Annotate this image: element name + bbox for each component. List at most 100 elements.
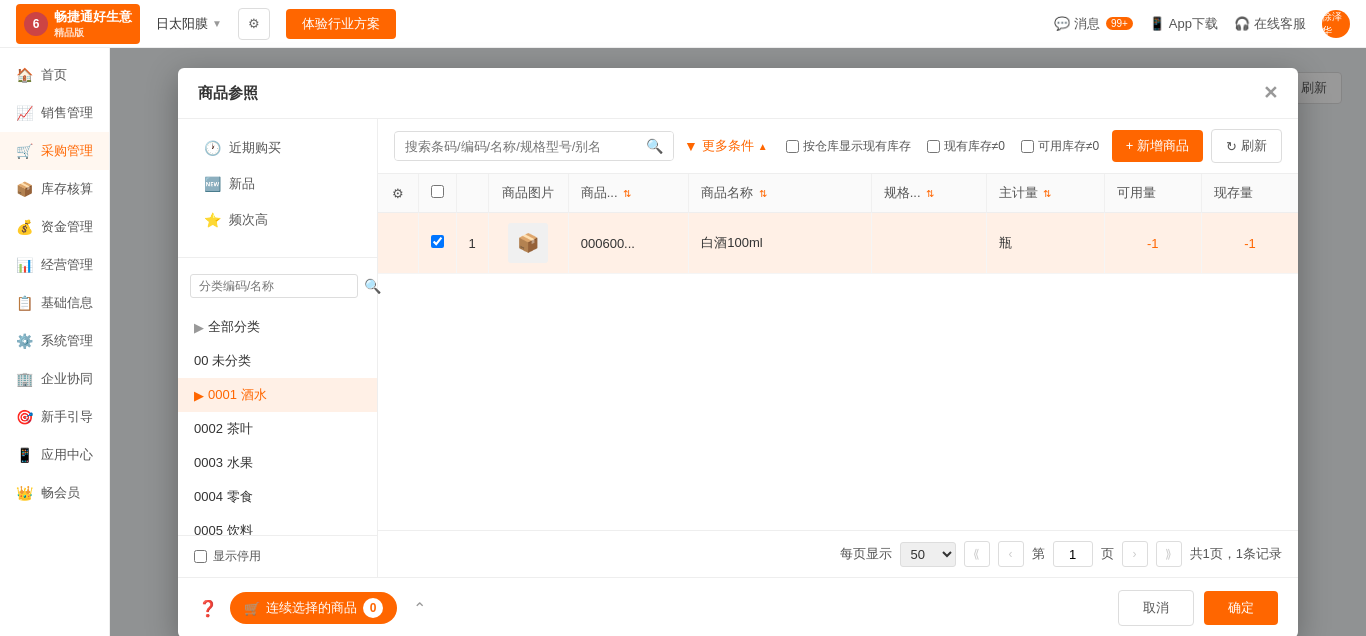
app-download-label: App下载 — [1169, 15, 1218, 33]
sales-icon: 📈 — [16, 105, 33, 121]
sidebar-item-operation[interactable]: 📊 经营管理 — [0, 246, 109, 284]
sort-unit-icon: ⇅ — [1043, 188, 1051, 199]
th-code[interactable]: 商品... ⇅ — [568, 174, 688, 213]
usable-filter[interactable]: 可用库存≠0 — [1021, 138, 1099, 155]
th-name[interactable]: 商品名称 ⇅ — [689, 174, 872, 213]
table-row[interactable]: 1 📦 000600... — [378, 213, 1298, 274]
modal-close-button[interactable]: ✕ — [1263, 82, 1278, 104]
avatar: 徐泽华 — [1322, 10, 1350, 38]
home-icon: 🏠 — [16, 67, 33, 83]
sidebar-item-system[interactable]: ⚙️ 系统管理 — [0, 322, 109, 360]
sidebar-item-basic[interactable]: 📋 基础信息 — [0, 284, 109, 322]
show-disabled-label[interactable]: 显示停用 — [213, 548, 261, 565]
select-all-checkbox[interactable] — [431, 185, 444, 198]
available-checkbox[interactable] — [927, 140, 940, 153]
product-table: ⚙ 商品图片 — [378, 174, 1298, 274]
sidebar-item-newbie[interactable]: 🎯 新手引导 — [0, 398, 109, 436]
operation-icon: 📊 — [16, 257, 33, 273]
cat-item-0005[interactable]: 0005 饮料 — [178, 514, 377, 535]
sidebar-item-apps-label: 应用中心 — [41, 446, 93, 464]
sidebar-item-purchase[interactable]: 🛒 采购管理 — [0, 132, 109, 170]
filter-checkboxes: 按仓库显示现有库存 现有库存≠0 可用库存≠0 — [786, 138, 1100, 155]
th-spec[interactable]: 规格... ⇅ — [871, 174, 986, 213]
modal-body: 🕐 近期购买 🆕 新品 ⭐ 频次高 — [178, 119, 1298, 577]
refresh-button[interactable]: ↻ 刷新 — [1211, 129, 1282, 163]
tab-recent[interactable]: 🕐 近期购买 — [194, 131, 361, 165]
nav-right: 💬 消息 99+ 📱 App下载 🎧 在线客服 徐泽华 — [1054, 10, 1350, 38]
collapse-button[interactable]: ⌃ — [409, 595, 430, 622]
sort-name-icon: ⇅ — [759, 188, 767, 199]
modal-header: 商品参照 ✕ — [178, 68, 1298, 119]
category-search-input[interactable] — [190, 274, 358, 298]
td-check[interactable] — [418, 213, 456, 274]
cat-item-all[interactable]: ▶ 全部分类 — [178, 310, 377, 344]
settings-icon[interactable]: ⚙ — [238, 8, 270, 40]
messages-nav[interactable]: 💬 消息 99+ — [1054, 15, 1133, 33]
cart-button[interactable]: 🛒 连续选择的商品 0 — [230, 592, 397, 624]
cat-item-0001[interactable]: ▶ 0001 酒水 — [178, 378, 377, 412]
tab-new[interactable]: 🆕 新品 — [194, 167, 361, 201]
cancel-button[interactable]: 取消 — [1118, 590, 1194, 626]
cat-00-label: 00 未分类 — [194, 352, 251, 370]
refresh-icon: ↻ — [1226, 139, 1237, 154]
sidebar-item-member[interactable]: 👑 畅会员 — [0, 474, 109, 512]
cat-item-0003[interactable]: 0003 水果 — [178, 446, 377, 480]
trial-button[interactable]: 体验行业方案 — [286, 9, 396, 39]
user-profile-nav[interactable]: 徐泽华 — [1322, 10, 1350, 38]
left-panel: 🕐 近期购买 🆕 新品 ⭐ 频次高 — [178, 119, 378, 577]
cat-expand-icon: ▶ — [194, 320, 204, 335]
first-page-button[interactable]: ⟪ — [964, 541, 990, 567]
warehouse-filter[interactable]: 按仓库显示现有库存 — [786, 138, 911, 155]
page-input[interactable] — [1053, 541, 1093, 567]
logo-sub: 精品版 — [54, 26, 132, 40]
pagination: 每页显示 50 10 20 100 ⟪ ‹ 第 页 — [378, 530, 1298, 577]
show-disabled-checkbox[interactable] — [194, 550, 207, 563]
tab-frequent[interactable]: ⭐ 频次高 — [194, 203, 361, 237]
sidebar-item-sales[interactable]: 📈 销售管理 — [0, 94, 109, 132]
cat-item-00[interactable]: 00 未分类 — [178, 344, 377, 378]
page-num-label: 第 — [1032, 545, 1045, 563]
store-name: 日太阳膜 — [156, 15, 208, 33]
app-download-nav[interactable]: 📱 App下载 — [1149, 15, 1218, 33]
sidebar-item-home[interactable]: 🏠 首页 — [0, 56, 109, 94]
page-size-select[interactable]: 50 10 20 100 — [900, 542, 956, 567]
cat-0003-label: 0003 水果 — [194, 454, 253, 472]
th-unit[interactable]: 主计量 ⇅ — [986, 174, 1104, 213]
help-icon[interactable]: ❓ — [198, 599, 218, 618]
page-size-label: 每页显示 — [840, 545, 892, 563]
warehouse-checkbox[interactable] — [786, 140, 799, 153]
add-product-button[interactable]: + 新增商品 — [1112, 130, 1203, 162]
td-available: -1 — [1104, 213, 1201, 274]
search-icon[interactable]: 🔍 — [636, 132, 673, 160]
row-checkbox[interactable] — [431, 235, 444, 248]
cat-item-0002[interactable]: 0002 茶叶 — [178, 412, 377, 446]
sidebar-item-finance[interactable]: 💰 资金管理 — [0, 208, 109, 246]
apps-icon: 📱 — [16, 447, 33, 463]
sidebar-item-basic-label: 基础信息 — [41, 294, 93, 312]
confirm-button[interactable]: 确定 — [1204, 591, 1278, 625]
message-icon: 💬 — [1054, 16, 1070, 31]
online-service-nav[interactable]: 🎧 在线客服 — [1234, 15, 1306, 33]
sidebar-item-apps[interactable]: 📱 应用中心 — [0, 436, 109, 474]
sidebar-item-home-label: 首页 — [41, 66, 67, 84]
right-toolbar: 🔍 ▼ 更多条件 ▲ 按仓库显示现有库存 — [378, 119, 1298, 174]
table-body: 1 📦 000600... — [378, 213, 1298, 274]
top-nav: 6 畅捷通好生意 精品版 日太阳膜 ▼ ⚙ 体验行业方案 💬 消息 99+ 📱 … — [0, 0, 1366, 48]
product-table-wrapper: ⚙ 商品图片 — [378, 174, 1298, 530]
last-page-button[interactable]: ⟫ — [1156, 541, 1182, 567]
product-search-input[interactable] — [395, 133, 636, 160]
prev-page-button[interactable]: ‹ — [998, 541, 1024, 567]
store-selector[interactable]: 日太阳膜 ▼ — [156, 15, 222, 33]
usable-checkbox[interactable] — [1021, 140, 1034, 153]
available-filter[interactable]: 现有库存≠0 — [927, 138, 1005, 155]
messages-label: 消息 — [1074, 15, 1100, 33]
sidebar-item-enterprise[interactable]: 🏢 企业协同 — [0, 360, 109, 398]
cat-item-0004[interactable]: 0004 零食 — [178, 480, 377, 514]
sort-spec-icon: ⇅ — [926, 188, 934, 199]
filter-button[interactable]: ▼ 更多条件 ▲ — [684, 137, 768, 155]
sidebar-item-inventory[interactable]: 📦 库存核算 — [0, 170, 109, 208]
sidebar-item-member-label: 畅会员 — [41, 484, 80, 502]
th-settings[interactable]: ⚙ — [378, 174, 418, 213]
next-page-button[interactable]: › — [1122, 541, 1148, 567]
recent-icon: 🕐 — [204, 140, 221, 156]
